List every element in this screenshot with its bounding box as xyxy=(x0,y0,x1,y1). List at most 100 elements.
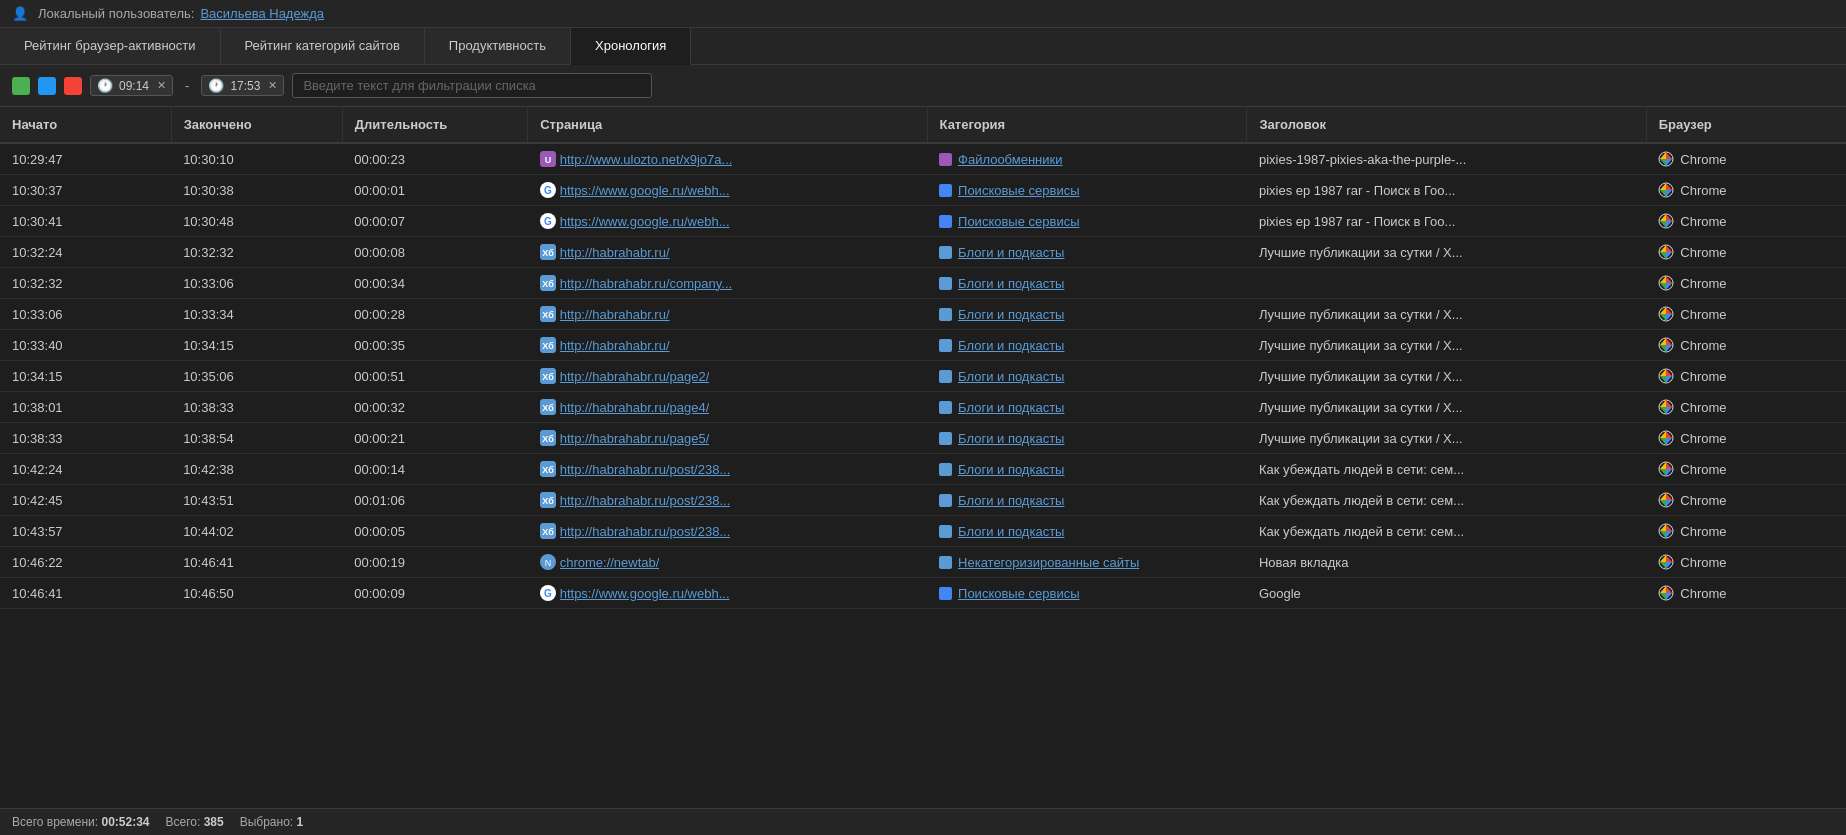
page-link[interactable]: http://habrahabr.ru/post/238... xyxy=(560,462,731,477)
page-link[interactable]: https://www.google.ru/webh... xyxy=(560,183,730,198)
category-link[interactable]: Блоги и подкасты xyxy=(958,245,1064,260)
category-link[interactable]: Блоги и подкасты xyxy=(958,400,1064,415)
col-header-category[interactable]: Категория xyxy=(927,107,1247,143)
cell-page[interactable]: Хб http://habrahabr.ru/post/238... xyxy=(528,516,927,547)
cell-page[interactable]: Хб http://habrahabr.ru/ xyxy=(528,237,927,268)
time-to-filter[interactable]: 🕐 17:53 ✕ xyxy=(201,75,284,96)
cell-page[interactable]: Хб http://habrahabr.ru/post/238... xyxy=(528,454,927,485)
svg-text:Хб: Хб xyxy=(542,372,554,382)
category-link[interactable]: Блоги и подкасты xyxy=(958,493,1064,508)
cell-title: pixies ep 1987 rar - Поиск в Гоо... xyxy=(1247,175,1646,206)
cell-page[interactable]: U http://www.ulozto.net/x9jo7a... xyxy=(528,143,927,175)
cell-page[interactable]: Хб http://habrahabr.ru/post/238... xyxy=(528,485,927,516)
page-link[interactable]: https://www.google.ru/webh... xyxy=(560,586,730,601)
cell-page[interactable]: Хб http://habrahabr.ru/ xyxy=(528,330,927,361)
page-link[interactable]: chrome://newtab/ xyxy=(560,555,660,570)
page-link[interactable]: http://habrahabr.ru/ xyxy=(560,245,670,260)
cell-category[interactable]: Блоги и подкасты xyxy=(927,330,1247,361)
tab-browser-rating[interactable]: Рейтинг браузер-активности xyxy=(0,28,221,64)
category-link[interactable]: Блоги и подкасты xyxy=(958,276,1064,291)
page-link[interactable]: http://www.ulozto.net/x9jo7a... xyxy=(560,152,733,167)
cell-start: 10:38:01 xyxy=(0,392,171,423)
cell-page[interactable]: Хб http://habrahabr.ru/company... xyxy=(528,268,927,299)
page-link[interactable]: http://habrahabr.ru/post/238... xyxy=(560,493,731,508)
cell-start: 10:42:45 xyxy=(0,485,171,516)
cell-title: Лучшие публикации за сутки / Х... xyxy=(1247,423,1646,454)
category-link[interactable]: Поисковые сервисы xyxy=(958,214,1079,229)
category-link[interactable]: Блоги и подкасты xyxy=(958,524,1064,539)
cell-page[interactable]: G https://www.google.ru/webh... xyxy=(528,175,927,206)
cell-page[interactable]: N chrome://newtab/ xyxy=(528,547,927,578)
page-link[interactable]: http://habrahabr.ru/page5/ xyxy=(560,431,710,446)
cell-title: Лучшие публикации за сутки / Х... xyxy=(1247,299,1646,330)
browser-name: Chrome xyxy=(1680,276,1726,291)
col-header-title[interactable]: Заголовок xyxy=(1247,107,1646,143)
category-link[interactable]: Поисковые сервисы xyxy=(958,586,1079,601)
page-link[interactable]: http://habrahabr.ru/page4/ xyxy=(560,400,710,415)
site-icon: Хб xyxy=(540,492,556,508)
tab-chronology[interactable]: Хронология xyxy=(571,28,691,65)
time-from-filter[interactable]: 🕐 09:14 ✕ xyxy=(90,75,173,96)
category-link[interactable]: Блоги и подкасты xyxy=(958,431,1064,446)
cell-duration: 00:00:14 xyxy=(342,454,527,485)
cell-page[interactable]: G https://www.google.ru/webh... xyxy=(528,206,927,237)
cell-end: 10:30:10 xyxy=(171,143,342,175)
cell-category[interactable]: Поисковые сервисы xyxy=(927,175,1247,206)
cell-page[interactable]: Хб http://habrahabr.ru/page2/ xyxy=(528,361,927,392)
cell-category[interactable]: Блоги и подкасты xyxy=(927,516,1247,547)
cell-category[interactable]: Блоги и подкасты xyxy=(927,299,1247,330)
cell-category[interactable]: Блоги и подкасты xyxy=(927,454,1247,485)
browser-name: Chrome xyxy=(1680,245,1726,260)
cell-page[interactable]: Хб http://habrahabr.ru/page4/ xyxy=(528,392,927,423)
cell-category[interactable]: Блоги и подкасты xyxy=(927,361,1247,392)
category-link[interactable]: Некатегоризированные сайты xyxy=(958,555,1139,570)
cell-page[interactable]: Хб http://habrahabr.ru/page5/ xyxy=(528,423,927,454)
page-link[interactable]: https://www.google.ru/webh... xyxy=(560,214,730,229)
col-header-end[interactable]: Закончено xyxy=(171,107,342,143)
topbar-user[interactable]: Васильева Надежда xyxy=(200,6,324,21)
page-link[interactable]: http://habrahabr.ru/page2/ xyxy=(560,369,710,384)
cell-duration: 00:00:01 xyxy=(342,175,527,206)
chrome-icon xyxy=(1658,461,1674,477)
cell-page[interactable]: G https://www.google.ru/webh... xyxy=(528,578,927,609)
col-header-duration[interactable]: Длительность xyxy=(342,107,527,143)
filter-input[interactable] xyxy=(292,73,652,98)
svg-text:Хб: Хб xyxy=(542,248,554,258)
page-link[interactable]: http://habrahabr.ru/ xyxy=(560,338,670,353)
col-header-page[interactable]: Страница xyxy=(528,107,927,143)
cell-end: 10:33:34 xyxy=(171,299,342,330)
col-header-browser[interactable]: Браузер xyxy=(1646,107,1846,143)
cell-end: 10:46:41 xyxy=(171,547,342,578)
category-color-box xyxy=(939,308,952,321)
cell-category[interactable]: Блоги и подкасты xyxy=(927,268,1247,299)
category-link[interactable]: Блоги и подкасты xyxy=(958,338,1064,353)
cell-category[interactable]: Блоги и подкасты xyxy=(927,237,1247,268)
category-link[interactable]: Блоги и подкасты xyxy=(958,369,1064,384)
time-to-close[interactable]: ✕ xyxy=(268,79,277,92)
cell-page[interactable]: Хб http://habrahabr.ru/ xyxy=(528,299,927,330)
cell-category[interactable]: Блоги и подкасты xyxy=(927,485,1247,516)
time-from-close[interactable]: ✕ xyxy=(157,79,166,92)
category-link[interactable]: Поисковые сервисы xyxy=(958,183,1079,198)
cell-end: 10:30:48 xyxy=(171,206,342,237)
cell-category[interactable]: Блоги и подкасты xyxy=(927,423,1247,454)
site-icon: G xyxy=(540,213,556,229)
col-header-start[interactable]: Начато xyxy=(0,107,171,143)
category-link[interactable]: Файлообменники xyxy=(958,152,1062,167)
tab-category-rating[interactable]: Рейтинг категорий сайтов xyxy=(221,28,425,64)
cell-category[interactable]: Некатегоризированные сайты xyxy=(927,547,1247,578)
cell-duration: 00:00:34 xyxy=(342,268,527,299)
page-link[interactable]: http://habrahabr.ru/company... xyxy=(560,276,732,291)
cell-category[interactable]: Файлообменники xyxy=(927,143,1247,175)
cell-category[interactable]: Поисковые сервисы xyxy=(927,206,1247,237)
category-color-box xyxy=(939,184,952,197)
tab-productivity[interactable]: Продуктивность xyxy=(425,28,571,64)
page-link[interactable]: http://habrahabr.ru/post/238... xyxy=(560,524,731,539)
table-row: 10:42:24 10:42:38 00:00:14 Хб http://hab… xyxy=(0,454,1846,485)
filter-bar: 🕐 09:14 ✕ - 🕐 17:53 ✕ xyxy=(0,65,1846,107)
cell-category[interactable]: Блоги и подкасты xyxy=(927,392,1247,423)
cell-category[interactable]: Поисковые сервисы xyxy=(927,578,1247,609)
category-link[interactable]: Блоги и подкасты xyxy=(958,307,1064,322)
category-link[interactable]: Блоги и подкасты xyxy=(958,462,1064,477)
page-link[interactable]: http://habrahabr.ru/ xyxy=(560,307,670,322)
